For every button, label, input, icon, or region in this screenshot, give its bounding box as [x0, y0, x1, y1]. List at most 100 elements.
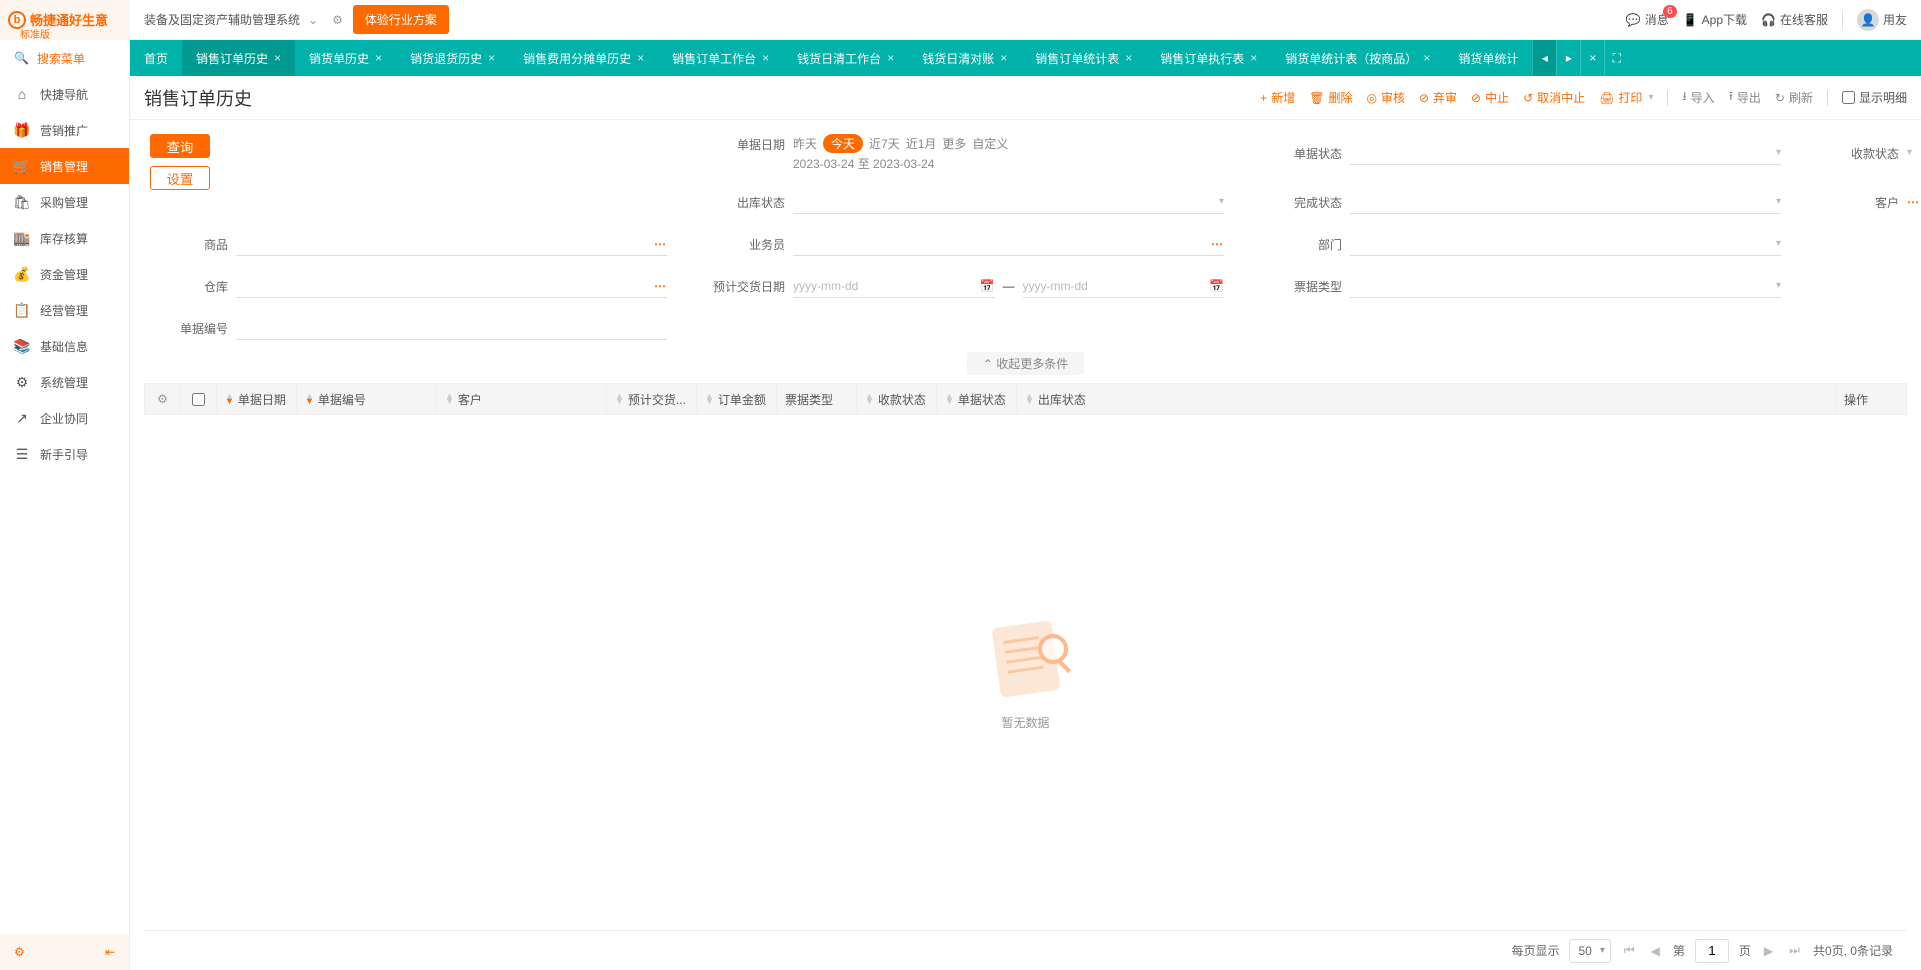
- user-menu[interactable]: 👤 用友: [1857, 9, 1907, 31]
- outbound-status-select[interactable]: ▾: [793, 190, 1224, 214]
- th-expected-date[interactable]: ▲▼预计交货...: [607, 384, 697, 414]
- export-button[interactable]: ⭱导出: [1729, 87, 1761, 108]
- abandon-button[interactable]: ⊘弃审: [1419, 89, 1457, 106]
- last-page-icon[interactable]: ⏭: [1786, 943, 1803, 958]
- tab-sales-order-stat[interactable]: 销售订单统计表×: [1021, 40, 1146, 76]
- dept-select[interactable]: ▾: [1350, 232, 1781, 256]
- close-icon[interactable]: ×: [1250, 51, 1257, 65]
- delete-button[interactable]: 🗑删除: [1309, 89, 1352, 106]
- close-icon[interactable]: ×: [1125, 51, 1132, 65]
- tab-sales-order-exec[interactable]: 销售订单执行表×: [1146, 40, 1271, 76]
- checkbox-input[interactable]: [192, 393, 205, 406]
- checkbox-input[interactable]: [1842, 91, 1855, 104]
- nav-purchase[interactable]: 🛍采购管理: [0, 184, 129, 220]
- tab-daily-clear-workbench[interactable]: 钱货日清工作台×: [783, 40, 908, 76]
- tab-sales-bill-stat-trunc[interactable]: 销货单统计: [1444, 40, 1532, 76]
- nav-quick[interactable]: ⌂快捷导航: [0, 76, 129, 112]
- th-receipt-status[interactable]: ▲▼收款状态: [857, 384, 937, 414]
- toolbar: +新增 🗑删除 ◎审核 ⊘弃审 ⊘中止 ↺取消中止 🖨打印▾ ⭳导入 ⭱导出 ↻…: [1260, 87, 1907, 108]
- bill-no-input[interactable]: [236, 316, 667, 340]
- app-download-button[interactable]: 📱 App下载: [1683, 11, 1747, 28]
- per-page-select[interactable]: 50: [1569, 939, 1610, 963]
- settings-icon[interactable]: ⚙: [14, 945, 25, 959]
- date-chip-7days[interactable]: 近7天: [869, 135, 900, 152]
- close-icon[interactable]: ×: [762, 51, 769, 65]
- page-input[interactable]: [1695, 939, 1729, 963]
- close-icon[interactable]: ×: [375, 51, 382, 65]
- cancel-suspend-button[interactable]: ↺取消中止: [1523, 89, 1585, 106]
- close-icon[interactable]: ×: [488, 51, 495, 65]
- close-icon[interactable]: ×: [1000, 51, 1007, 65]
- collapse-filters[interactable]: ⌃ 收起更多条件: [150, 352, 1901, 375]
- tab-sales-order-workbench[interactable]: 销售订单工作台×: [658, 40, 783, 76]
- tab-fullscreen[interactable]: ⛶: [1604, 40, 1628, 76]
- close-icon[interactable]: ×: [637, 51, 644, 65]
- nav-business[interactable]: 📋经营管理: [0, 292, 129, 328]
- refresh-button[interactable]: ↻刷新: [1775, 89, 1813, 106]
- warehouse-lookup[interactable]: ⋯: [236, 274, 667, 298]
- gear-icon[interactable]: ⚙: [332, 13, 343, 27]
- tab-scroll-left[interactable]: ◂: [1532, 40, 1556, 76]
- th-amount[interactable]: ▲▼订单金额: [697, 384, 777, 414]
- nav-collab[interactable]: ↗企业协同: [0, 400, 129, 436]
- print-button[interactable]: 🖨打印▾: [1599, 89, 1653, 106]
- tab-sales-order-history[interactable]: 销售订单历史×: [182, 40, 295, 76]
- tab-sales-bill-history[interactable]: 销货单历史×: [295, 40, 396, 76]
- date-chip-custom[interactable]: 自定义: [972, 135, 1008, 152]
- import-button[interactable]: ⭳导入: [1682, 87, 1714, 108]
- th-ticket-type[interactable]: 票据类型: [777, 384, 857, 414]
- tab-scroll-right[interactable]: ▸: [1556, 40, 1580, 76]
- salesman-lookup[interactable]: ⋯: [793, 232, 1224, 256]
- nav-marketing[interactable]: 🎁营销推广: [0, 112, 129, 148]
- system-selector[interactable]: 装备及固定资产辅助管理系统 ⌄: [144, 11, 318, 28]
- th-select-all[interactable]: [181, 384, 217, 414]
- th-customer[interactable]: ▲▼客户: [437, 384, 607, 414]
- message-button[interactable]: 💬 消息 6: [1626, 11, 1669, 28]
- ticket-type-select[interactable]: ▾: [1350, 274, 1781, 298]
- tab-label: 销售费用分摊单历史: [523, 50, 631, 67]
- tab-daily-clear-recon[interactable]: 钱货日清对账×: [908, 40, 1021, 76]
- online-service-button[interactable]: 🎧 在线客服: [1761, 11, 1828, 28]
- show-detail-checkbox[interactable]: 显示明细: [1842, 89, 1907, 106]
- prev-page-icon[interactable]: ◀: [1648, 944, 1663, 958]
- nav-fund[interactable]: 💰资金管理: [0, 256, 129, 292]
- setting-button[interactable]: 设置: [150, 166, 210, 190]
- sidebar-search[interactable]: 🔍 搜索菜单: [0, 40, 129, 76]
- nav-sales[interactable]: 🛒销售管理: [0, 148, 129, 184]
- date-chip-more[interactable]: 更多: [942, 135, 966, 152]
- experience-button[interactable]: 体验行业方案: [353, 5, 449, 34]
- suspend-button[interactable]: ⊘中止: [1471, 89, 1509, 106]
- brand-logo[interactable]: b 畅捷通好生意 标准版: [0, 0, 130, 40]
- audit-button[interactable]: ◎审核: [1366, 89, 1405, 106]
- tab-close-all[interactable]: ×: [1580, 40, 1604, 76]
- date-chip-today[interactable]: 今天: [823, 134, 863, 153]
- nav-guide[interactable]: ☰新手引导: [0, 436, 129, 472]
- next-page-icon[interactable]: ▶: [1761, 944, 1776, 958]
- bill-status-select[interactable]: ▾: [1350, 141, 1781, 165]
- goods-lookup[interactable]: ⋯: [236, 232, 667, 256]
- first-page-icon[interactable]: ⏮: [1621, 943, 1638, 958]
- nav-inventory[interactable]: 🏬库存核算: [0, 220, 129, 256]
- th-bill-no[interactable]: ▲▼单据编号: [297, 384, 437, 414]
- tab-home[interactable]: 首页: [130, 40, 182, 76]
- tab-sales-fee-share-history[interactable]: 销售费用分摊单历史 ×: [509, 40, 658, 76]
- collapse-icon[interactable]: ⇤: [105, 945, 115, 959]
- query-button[interactable]: 查询: [150, 134, 210, 158]
- th-outbound-status[interactable]: ▲▼出库状态: [1017, 384, 1836, 414]
- add-button[interactable]: +新增: [1260, 89, 1295, 106]
- close-icon[interactable]: ×: [887, 51, 894, 65]
- tab-sales-return-history[interactable]: 销货退货历史×: [396, 40, 509, 76]
- nav-basic[interactable]: 📚基础信息: [0, 328, 129, 364]
- expected-date-from[interactable]: yyyy-mm-dd📅: [793, 274, 995, 298]
- th-bill-status[interactable]: ▲▼单据状态: [937, 384, 1017, 414]
- date-chip-1month[interactable]: 近1月: [906, 135, 937, 152]
- date-chip-yesterday[interactable]: 昨天: [793, 135, 817, 152]
- tab-sales-bill-stat-goods[interactable]: 销货单统计表（按商品）×: [1271, 40, 1444, 76]
- close-icon[interactable]: ×: [274, 51, 281, 65]
- th-bill-date[interactable]: ▲▼单据日期: [217, 384, 297, 414]
- th-settings[interactable]: ⚙: [145, 384, 181, 414]
- expected-date-to[interactable]: yyyy-mm-dd📅: [1023, 274, 1225, 298]
- complete-status-select[interactable]: ▾: [1350, 190, 1781, 214]
- close-icon[interactable]: ×: [1423, 51, 1430, 65]
- nav-system[interactable]: ⚙系统管理: [0, 364, 129, 400]
